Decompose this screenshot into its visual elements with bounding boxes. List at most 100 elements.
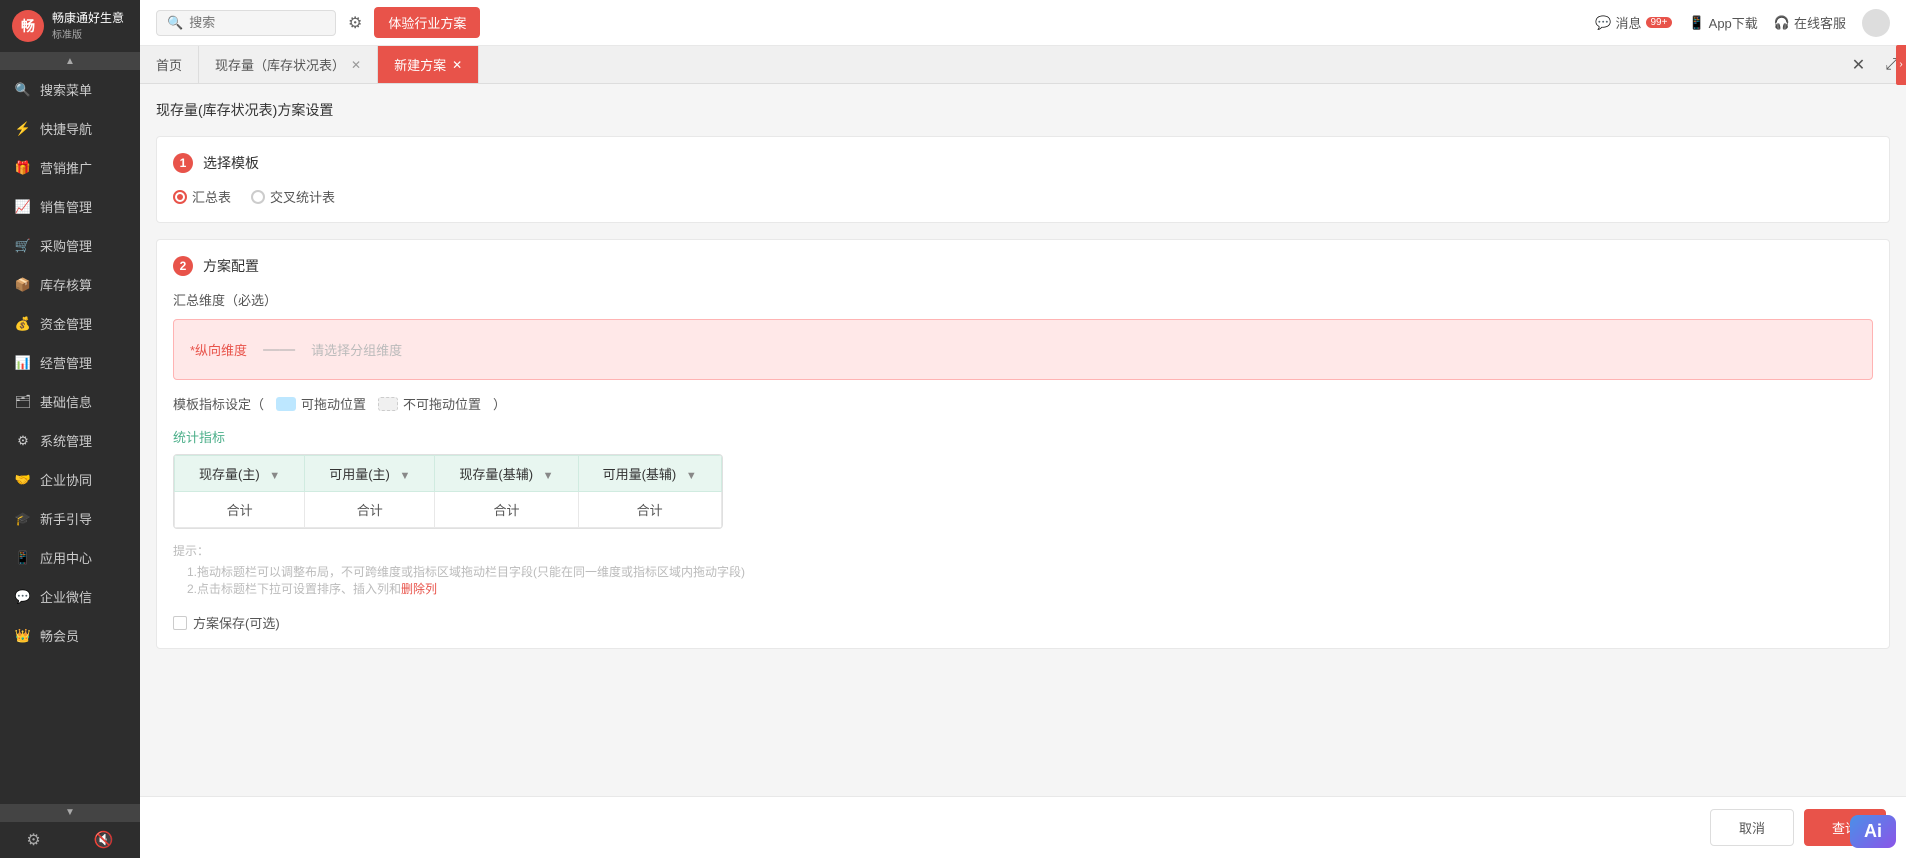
sidebar-item-search[interactable]: 🔍 搜索菜单 [0,70,140,109]
col-header-2[interactable]: 现存量(基辅) ▼ [435,456,578,492]
cell-3: 合计 [578,492,721,528]
finance-icon: 💰 [14,315,32,333]
stats-table-wrap: 现存量(主) ▼ 可用量(主) ▼ 现存量(基辅) ▼ [173,454,723,529]
trial-button[interactable]: 体验行业方案 [374,7,480,38]
sidebar-scroll-up[interactable]: ▲ [0,53,140,70]
sidebar-item-marketing[interactable]: 🎁 营销推广 [0,148,140,187]
template-radio-group: 汇总表 交叉统计表 [173,187,1873,206]
sidebar: 畅 畅康通好生意 标准版 ▲ 🔍 搜索菜单 ⚡ 快捷导航 🎁 营销推广 📈 销售… [0,0,140,858]
content-area: 现存量(库存状况表)方案设置 1 选择模板 汇总表 交叉统计表 [140,84,1906,796]
headset-icon: 🎧 [1774,15,1790,31]
settings-icon[interactable]: ⚙ [26,830,40,850]
customer-service-button[interactable]: 🎧 在线客服 [1774,13,1846,32]
page-title: 现存量(库存状况表)方案设置 [156,100,1890,120]
step1-badge: 1 [173,153,193,173]
sidebar-item-system[interactable]: ⚙ 系统管理 [0,421,140,460]
main-area: 🔍 ⚙ 体验行业方案 💬 消息 99+ 📱 App下载 🎧 在线客服 首页 [140,0,1906,858]
col-arrow-2: ▼ [543,470,554,482]
topbar: 🔍 ⚙ 体验行业方案 💬 消息 99+ 📱 App下载 🎧 在线客服 [140,0,1906,46]
radio-summary[interactable]: 汇总表 [173,187,231,206]
cancel-button[interactable]: 取消 [1710,809,1794,846]
sidebar-logo: 畅 畅康通好生意 标准版 [0,0,140,53]
step2-badge: 2 [173,256,193,276]
tab-inventory-label: 现存量（库存状况表） [215,55,345,74]
sidebar-item-purchase[interactable]: 🛒 采购管理 [0,226,140,265]
tips-area: 提示： 1.拖动标题栏可以调整布局，不可跨维度或指标区域拖动栏目字段(只能在同一… [173,542,1873,597]
sidebar-item-member[interactable]: 👑 畅会员 [0,616,140,655]
tabbar-close-button[interactable]: ✕ [1840,55,1877,75]
search-box[interactable]: 🔍 [156,10,336,36]
ai-badge[interactable]: Ai [1850,815,1896,848]
tab-home[interactable]: 首页 [140,46,199,83]
sidebar-item-wechat[interactable]: 💬 企业微信 [0,577,140,616]
save-option[interactable]: 方案保存(可选) [173,613,1873,632]
message-button[interactable]: 💬 消息 99+ [1595,13,1672,32]
dimension-area[interactable]: *纵向维度 —— 请选择分组维度 [173,319,1873,380]
legend-draggable-box [276,397,296,411]
sidebar-item-finance[interactable]: 💰 资金管理 [0,304,140,343]
dimension-placeholder: 请选择分组维度 [311,340,402,359]
summary-dimension-label: 汇总维度（必选） [173,290,1873,309]
system-icon: ⚙ [14,432,32,450]
sidebar-scroll-down[interactable]: ▼ [0,804,140,821]
marketing-icon: 🎁 [14,159,32,177]
save-checkbox[interactable] [173,616,187,630]
step1-card: 1 选择模板 汇总表 交叉统计表 [156,136,1890,223]
topbar-right: 💬 消息 99+ 📱 App下载 🎧 在线客服 [1595,9,1890,37]
tab-inventory[interactable]: 现存量（库存状况表） ✕ [199,46,378,83]
sidebar-item-basic-info[interactable]: 🗂 基础信息 [0,382,140,421]
business-icon: 📊 [14,354,32,372]
apps-icon: 📱 [14,549,32,567]
user-avatar[interactable] [1862,9,1890,37]
tab-new-scheme-close[interactable]: ✕ [452,58,462,72]
message-icon: 💬 [1595,15,1611,31]
sidebar-item-guide[interactable]: 🎓 新手引导 [0,499,140,538]
stats-header: 统计指标 [173,427,1873,446]
search-icon: 🔍 [167,15,183,31]
col-arrow-3: ▼ [686,470,697,482]
member-icon: 👑 [14,627,32,645]
right-scroll-button[interactable]: › [1896,45,1906,85]
cell-2: 合计 [435,492,578,528]
tab-inventory-close[interactable]: ✕ [351,58,361,72]
sales-icon: 📈 [14,198,32,216]
purchase-icon: 🛒 [14,237,32,255]
speaker-icon[interactable]: 🔇 [94,830,114,850]
search-input[interactable] [189,15,289,30]
save-option-label: 方案保存(可选) [193,613,280,632]
guide-icon: 🎓 [14,510,32,528]
sidebar-item-quick-nav[interactable]: ⚡ 快捷导航 [0,109,140,148]
step1-title: 选择模板 [203,153,259,173]
cell-1: 合计 [305,492,435,528]
radio-cross[interactable]: 交叉统计表 [251,187,335,206]
tabbar: 首页 现存量（库存状况表） ✕ 新建方案 ✕ ✕ ⤢ › [140,46,1906,84]
col-header-3[interactable]: 可用量(基辅) ▼ [578,456,721,492]
collab-icon: 🤝 [14,471,32,489]
stats-table: 现存量(主) ▼ 可用量(主) ▼ 现存量(基辅) ▼ [174,455,722,528]
app-name: 畅康通好生意 [52,11,124,27]
sidebar-item-inventory[interactable]: 📦 库存核算 [0,265,140,304]
step2-title: 方案配置 [203,256,259,276]
legend-non-draggable-box [378,397,398,411]
logo-icon: 畅 [12,10,44,42]
step1-header: 1 选择模板 [173,153,1873,173]
app-download-button[interactable]: 📱 App下载 [1688,13,1757,32]
tips-item-0: 1.拖动标题栏可以调整布局，不可跨维度或指标区域拖动栏目字段(只能在同一维度或指… [187,563,1873,580]
tab-new-scheme[interactable]: 新建方案 ✕ [378,46,479,83]
wechat-icon: 💬 [14,588,32,606]
template-settings-row: 模板指标设定（ 可拖动位置 不可拖动位置 ） [173,394,1873,413]
gear-icon[interactable]: ⚙ [348,13,362,33]
radio-summary-dot [173,190,187,204]
col-header-1[interactable]: 可用量(主) ▼ [305,456,435,492]
dimension-required: *纵向维度 [190,340,247,359]
sidebar-item-apps[interactable]: 📱 应用中心 [0,538,140,577]
sidebar-item-business[interactable]: 📊 经营管理 [0,343,140,382]
sidebar-footer: ⚙ 🔇 [0,821,140,858]
app-edition: 标准版 [52,26,124,41]
download-icon: 📱 [1688,15,1704,31]
step2-card: 2 方案配置 汇总维度（必选） *纵向维度 —— 请选择分组维度 模板指标设定（… [156,239,1890,649]
sidebar-item-sales[interactable]: 📈 销售管理 [0,187,140,226]
search-icon: 🔍 [14,81,32,99]
sidebar-item-collab[interactable]: 🤝 企业协同 [0,460,140,499]
col-header-0[interactable]: 现存量(主) ▼ [175,456,305,492]
